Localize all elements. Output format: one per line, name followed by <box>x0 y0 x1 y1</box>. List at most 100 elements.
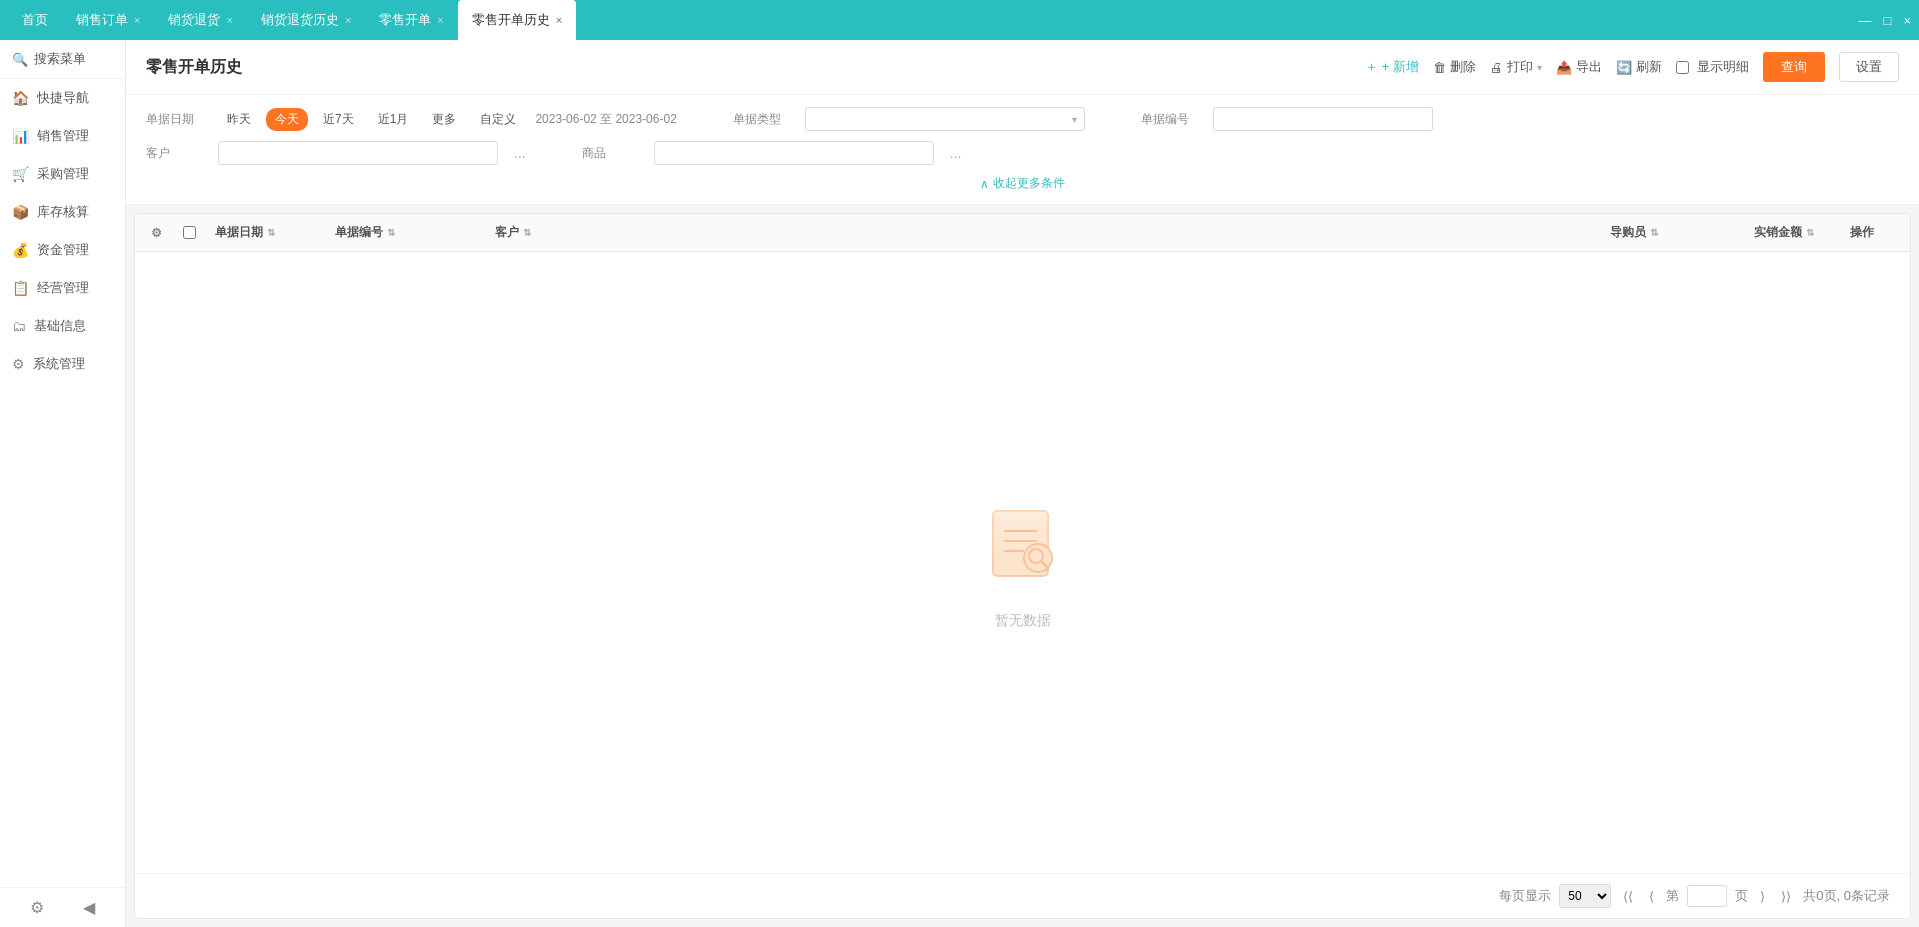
page-total: 共0页, 0条记录 <box>1803 887 1890 905</box>
page-number-input[interactable]: 1 <box>1687 885 1727 907</box>
collapse-row[interactable]: ∧ 收起更多条件 <box>146 175 1899 192</box>
sidebar-item-business-mgmt[interactable]: 📋 经营管理 <box>0 269 125 307</box>
search-icon: 🔍 <box>12 52 28 67</box>
sidebar-item-sales-mgmt[interactable]: 📊 销售管理 <box>0 117 125 155</box>
pagination: 每页显示 10 20 50 100 ⟨⟨ ⟨ 第 1 页 ⟩ ⟩⟩ 共0页, 0… <box>135 873 1910 918</box>
close-btn[interactable]: × <box>1903 13 1911 28</box>
th-checkbox[interactable] <box>175 226 207 239</box>
goods-input[interactable] <box>654 141 934 165</box>
th-settings[interactable]: ⚙ <box>143 226 175 240</box>
date-btn-more[interactable]: 更多 <box>423 108 465 131</box>
date-btn-yesterday[interactable]: 昨天 <box>218 108 260 131</box>
collapse-icon: ∧ <box>980 177 989 191</box>
tab-sales-order[interactable]: 销售订单 × <box>62 0 154 40</box>
date-range-display: 2023-06-02 至 2023-06-02 <box>535 111 676 128</box>
main-layout: 🔍 搜索菜单 🏠 快捷导航 📊 销售管理 🛒 采购管理 📦 库存核算 💰 资金管… <box>0 40 1919 927</box>
date-filter-btns: 昨天 今天 近7天 近1月 更多 自定义 2023-06-02 至 2023-0… <box>218 108 677 131</box>
empty-state: 暂无数据 <box>135 252 1910 873</box>
date-btn-custom[interactable]: 自定义 <box>471 108 525 131</box>
system-mgmt-icon: ⚙ <box>12 356 25 372</box>
toolbar: ＋ + 新增 🗑 删除 🖨 打印 ▾ 📤 导出 🔄 <box>1365 52 1899 82</box>
table-area: ⚙ 单据日期 ⇅ 单据编号 ⇅ 客户 ⇅ 导购员 ⇅ <box>134 213 1911 919</box>
page-title: 零售开单历史 <box>146 57 242 78</box>
sidebar-item-quick-nav[interactable]: 🏠 快捷导航 <box>0 79 125 117</box>
per-page-label: 每页显示 <box>1499 887 1551 905</box>
print-icon: 🖨 <box>1490 60 1503 75</box>
tab-sales-return-history-close[interactable]: × <box>345 14 351 26</box>
tab-retail-open-close[interactable]: × <box>437 14 443 26</box>
export-icon: 📤 <box>1556 60 1572 75</box>
select-all-checkbox[interactable] <box>183 226 196 239</box>
tab-sales-order-close[interactable]: × <box>134 14 140 26</box>
display-detail-button[interactable]: 显示明细 <box>1676 58 1749 76</box>
th-customer[interactable]: 客户 ⇅ <box>487 224 1602 241</box>
refresh-button[interactable]: 🔄 刷新 <box>1616 58 1662 76</box>
query-button[interactable]: 查询 <box>1763 52 1825 82</box>
restore-btn[interactable]: □ <box>1884 13 1892 28</box>
per-page-select[interactable]: 10 20 50 100 <box>1559 884 1611 908</box>
inventory-icon: 📦 <box>12 204 29 220</box>
goods-dots[interactable]: ... <box>950 145 962 161</box>
filter-area: 单据日期 昨天 今天 近7天 近1月 更多 自定义 2023-06-02 至 2… <box>126 95 1919 205</box>
display-detail-checkbox[interactable] <box>1676 61 1689 74</box>
print-button[interactable]: 🖨 打印 ▾ <box>1490 58 1542 76</box>
date-btn-today[interactable]: 今天 <box>266 108 308 131</box>
first-page-btn[interactable]: ⟨⟨ <box>1619 887 1637 906</box>
setting-button[interactable]: 设置 <box>1839 52 1899 82</box>
tab-sales-return-close[interactable]: × <box>226 14 232 26</box>
sidebar-collapse-icon[interactable]: ◀ <box>83 898 95 917</box>
customer-sort-icon: ⇅ <box>523 227 531 238</box>
goods-label: 商品 <box>582 145 638 162</box>
tab-retail-open[interactable]: 零售开单 × <box>365 0 457 40</box>
sidebar-settings-icon[interactable]: ⚙ <box>30 898 44 917</box>
bill-type-select-wrap <box>805 107 1085 131</box>
add-icon: ＋ <box>1365 58 1378 76</box>
delete-icon: 🗑 <box>1433 60 1446 75</box>
th-date[interactable]: 单据日期 ⇅ <box>207 224 327 241</box>
tab-retail-open-history[interactable]: 零售开单历史 × <box>458 0 576 40</box>
customer-input[interactable] <box>218 141 498 165</box>
th-billno[interactable]: 单据编号 ⇅ <box>327 224 487 241</box>
quick-nav-icon: 🏠 <box>12 90 29 106</box>
date-filter-label: 单据日期 <box>146 111 202 128</box>
business-mgmt-icon: 📋 <box>12 280 29 296</box>
page-label-post: 页 <box>1735 887 1748 905</box>
page-header: 零售开单历史 ＋ + 新增 🗑 删除 🖨 打印 ▾ 📤 导出 <box>126 40 1919 95</box>
empty-icon <box>973 496 1073 596</box>
date-btn-7days[interactable]: 近7天 <box>314 108 363 131</box>
last-page-btn[interactable]: ⟩⟩ <box>1777 887 1795 906</box>
prev-page-btn[interactable]: ⟨ <box>1645 887 1658 906</box>
page-label-pre: 第 <box>1666 887 1679 905</box>
export-button[interactable]: 📤 导出 <box>1556 58 1602 76</box>
date-btn-1month[interactable]: 近1月 <box>369 108 418 131</box>
bill-type-select[interactable] <box>805 107 1085 131</box>
sidebar-item-finance[interactable]: 💰 资金管理 <box>0 231 125 269</box>
tab-sales-return-history[interactable]: 销货退货历史 × <box>247 0 365 40</box>
delete-button[interactable]: 🗑 删除 <box>1433 58 1476 76</box>
finance-icon: 💰 <box>12 242 29 258</box>
tab-bar: 首页 销售订单 × 销货退货 × 销货退货历史 × 零售开单 × 零售开单历史 … <box>0 0 1919 40</box>
empty-text: 暂无数据 <box>995 612 1051 630</box>
customer-dots[interactable]: ... <box>514 145 526 161</box>
sidebar-bottom: ⚙ ◀ <box>0 887 125 927</box>
minimize-btn[interactable]: — <box>1859 13 1872 28</box>
sidebar-search[interactable]: 🔍 搜索菜单 <box>0 40 125 79</box>
sidebar-item-inventory[interactable]: 📦 库存核算 <box>0 193 125 231</box>
th-guide[interactable]: 导购员 ⇅ <box>1602 224 1722 241</box>
tab-home[interactable]: 首页 <box>8 0 62 40</box>
sidebar-item-purchase-mgmt[interactable]: 🛒 采购管理 <box>0 155 125 193</box>
guide-sort-icon: ⇅ <box>1650 227 1658 238</box>
th-amount[interactable]: 实销金额 ⇅ <box>1722 224 1822 241</box>
sidebar-item-system-mgmt[interactable]: ⚙ 系统管理 <box>0 345 125 383</box>
sidebar-item-basic-info[interactable]: 🗂 基础信息 <box>0 307 125 345</box>
table-header: ⚙ 单据日期 ⇅ 单据编号 ⇅ 客户 ⇅ 导购员 ⇅ <box>135 214 1910 252</box>
refresh-icon: 🔄 <box>1616 60 1632 75</box>
add-button[interactable]: ＋ + 新增 <box>1365 58 1419 76</box>
tab-retail-open-history-close[interactable]: × <box>556 14 562 26</box>
bill-no-input[interactable] <box>1213 107 1433 131</box>
next-page-btn[interactable]: ⟩ <box>1756 887 1769 906</box>
date-sort-icon: ⇅ <box>267 227 275 238</box>
sidebar: 🔍 搜索菜单 🏠 快捷导航 📊 销售管理 🛒 采购管理 📦 库存核算 💰 资金管… <box>0 40 126 927</box>
bill-no-label: 单据编号 <box>1141 111 1197 128</box>
tab-sales-return[interactable]: 销货退货 × <box>154 0 246 40</box>
